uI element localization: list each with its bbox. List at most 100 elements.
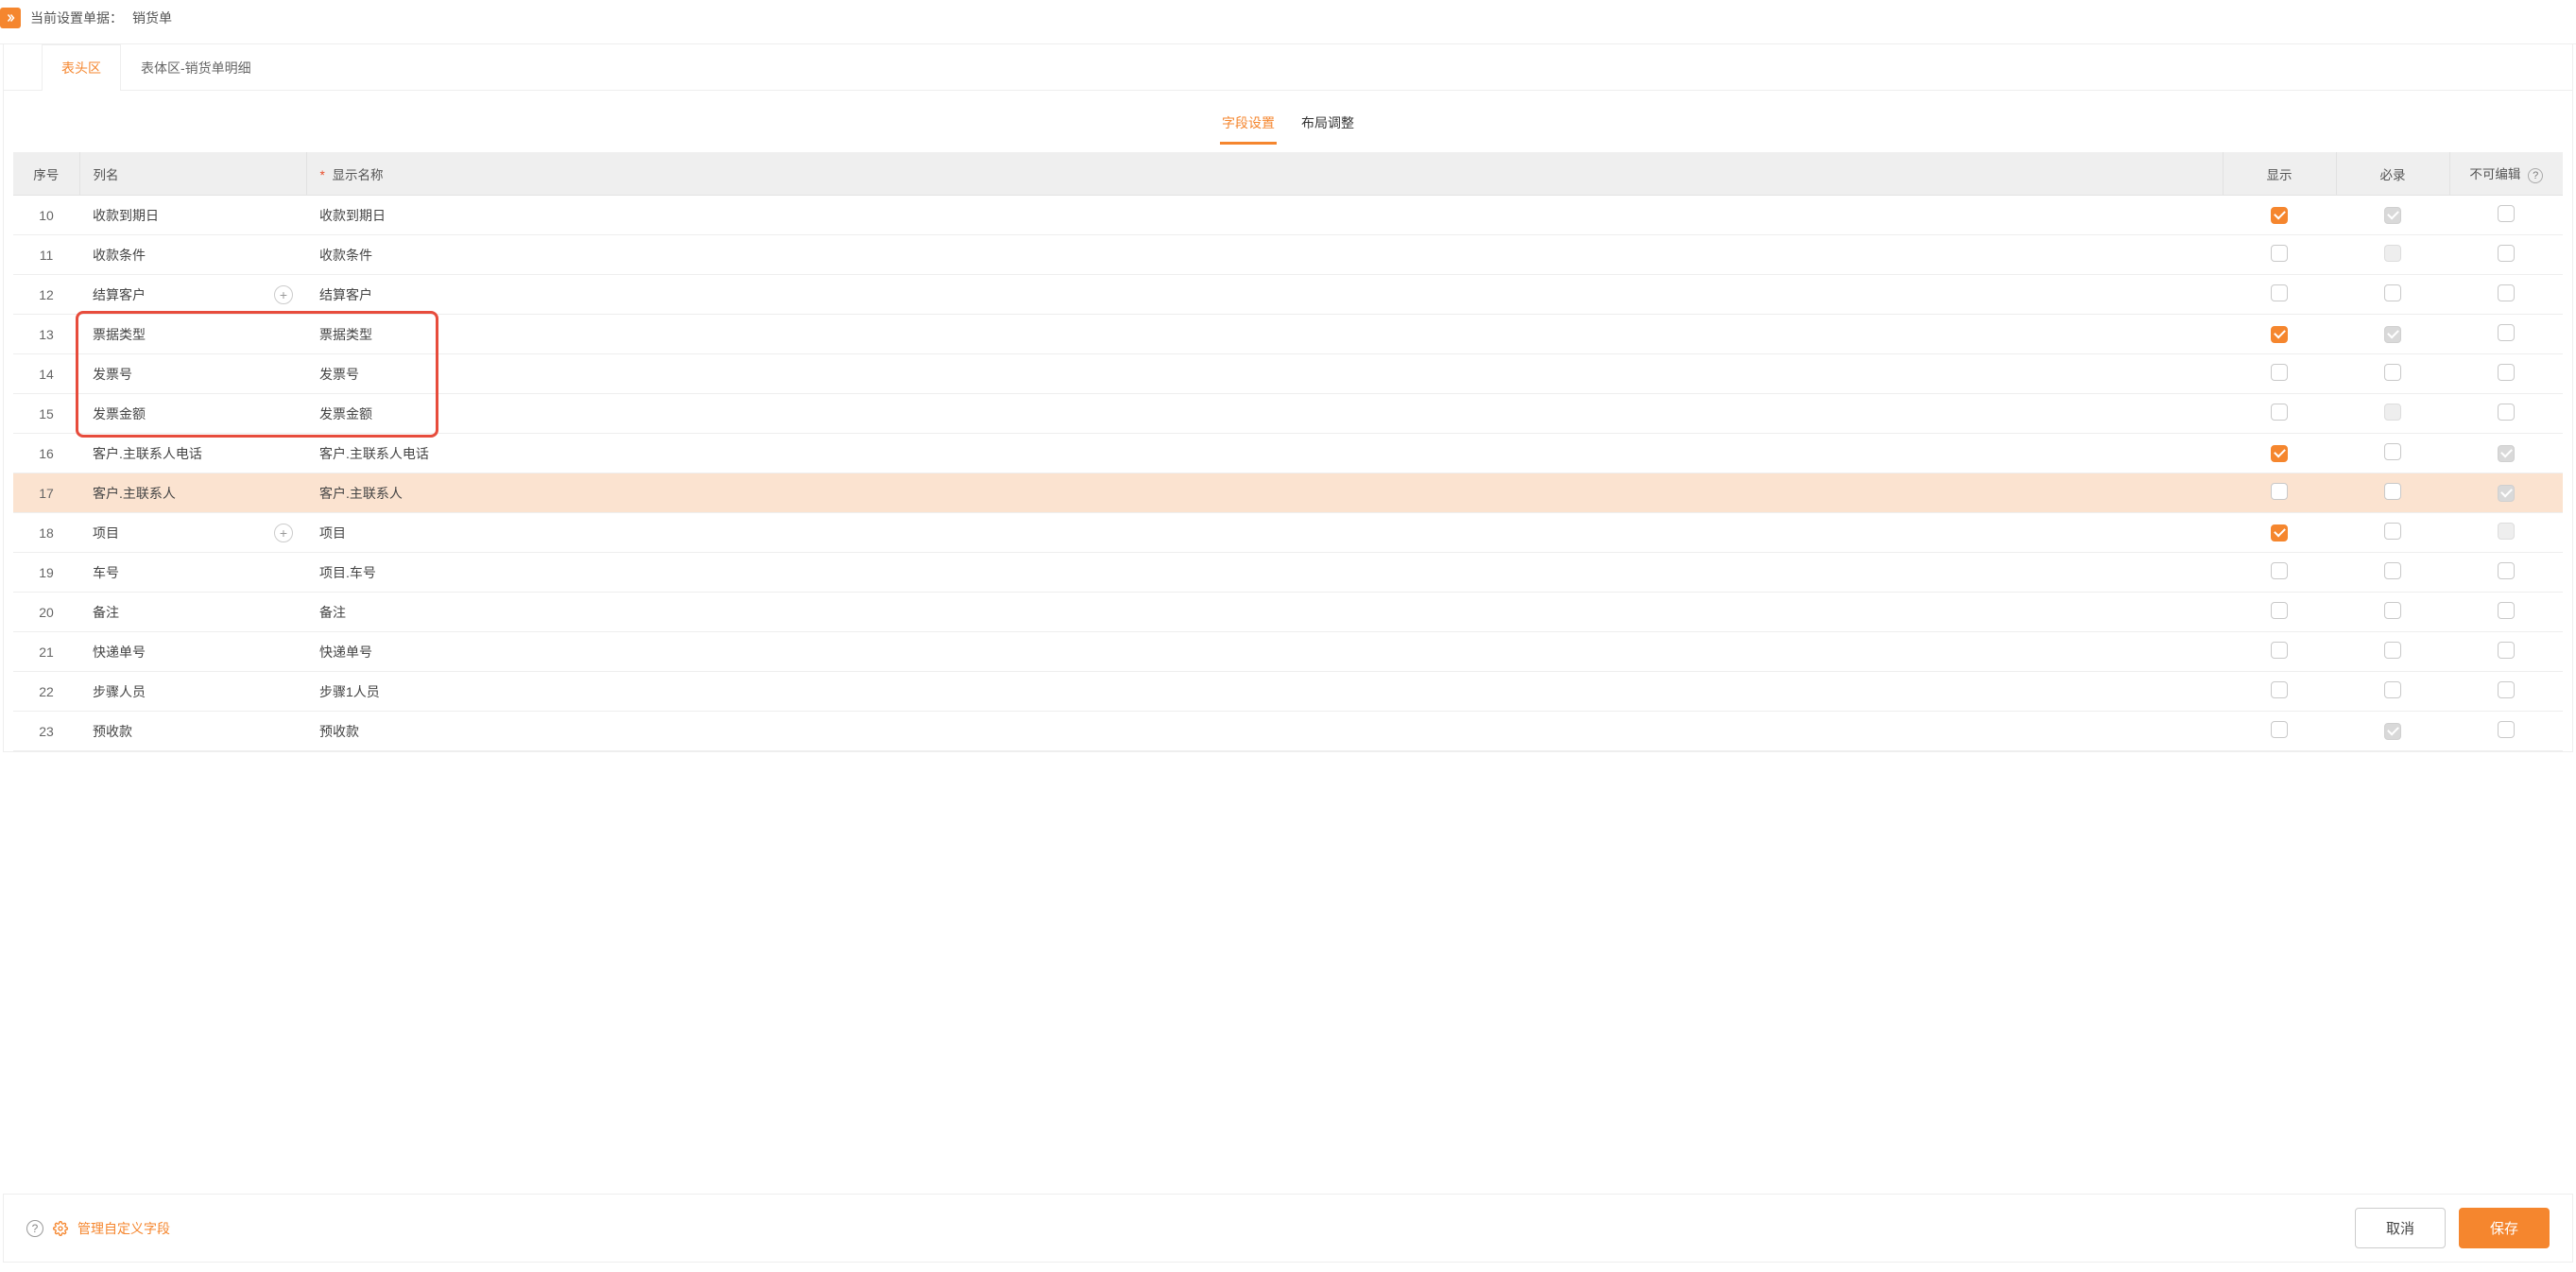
row-display-name[interactable]: 客户.主联系人 xyxy=(306,473,2223,513)
readonly-checkbox xyxy=(2498,445,2515,462)
required-checkbox[interactable] xyxy=(2384,523,2401,540)
row-idx: 17 xyxy=(13,473,79,513)
row-name: 备注 xyxy=(79,593,306,632)
show-checkbox[interactable] xyxy=(2271,642,2288,659)
readonly-checkbox[interactable] xyxy=(2498,721,2515,738)
row-name: 票据类型 xyxy=(79,315,306,354)
readonly-checkbox[interactable] xyxy=(2498,284,2515,301)
row-idx: 13 xyxy=(13,315,79,354)
add-child-icon[interactable]: + xyxy=(274,285,293,304)
row-display-name[interactable]: 发票金额 xyxy=(306,394,2223,434)
col-required: 必录 xyxy=(2336,152,2449,196)
row-idx: 20 xyxy=(13,593,79,632)
row-display-name[interactable]: 快递单号 xyxy=(306,632,2223,672)
table-row: 17客户.主联系人客户.主联系人 xyxy=(13,473,2563,513)
show-checkbox[interactable] xyxy=(2271,602,2288,619)
row-display-name[interactable]: 结算客户 xyxy=(306,275,2223,315)
row-display-name[interactable]: 客户.主联系人电话 xyxy=(306,434,2223,473)
table-row: 22步骤人员步骤1人员 xyxy=(13,672,2563,712)
required-checkbox[interactable] xyxy=(2384,602,2401,619)
readonly-checkbox[interactable] xyxy=(2498,562,2515,579)
table-row: 16客户.主联系人电话客户.主联系人电话 xyxy=(13,434,2563,473)
required-checkbox[interactable] xyxy=(2384,284,2401,301)
row-name: 快递单号 xyxy=(79,632,306,672)
show-checkbox[interactable] xyxy=(2271,721,2288,738)
row-display-name[interactable]: 项目.车号 xyxy=(306,553,2223,593)
required-checkbox[interactable] xyxy=(2384,364,2401,381)
add-child-icon[interactable]: + xyxy=(274,524,293,542)
show-checkbox[interactable] xyxy=(2271,524,2288,541)
readonly-checkbox[interactable] xyxy=(2498,364,2515,381)
required-checkbox[interactable] xyxy=(2384,562,2401,579)
footer-bar: ? 管理自定义字段 取消 保存 xyxy=(3,1194,2573,1263)
readonly-checkbox[interactable] xyxy=(2498,404,2515,421)
col-name: 列名 xyxy=(79,152,306,196)
gear-icon xyxy=(53,1221,68,1236)
table-row: 12结算客户+结算客户 xyxy=(13,275,2563,315)
row-display-name[interactable]: 项目 xyxy=(306,513,2223,553)
sub-tab-0[interactable]: 字段设置 xyxy=(1220,108,1277,145)
show-checkbox[interactable] xyxy=(2271,562,2288,579)
show-checkbox[interactable] xyxy=(2271,245,2288,262)
required-checkbox xyxy=(2384,207,2401,224)
row-name: 发票金额 xyxy=(79,394,306,434)
readonly-checkbox[interactable] xyxy=(2498,681,2515,698)
table-row: 15发票金额发票金额 xyxy=(13,394,2563,434)
required-checkbox[interactable] xyxy=(2384,443,2401,460)
sub-tab-1[interactable]: 布局调整 xyxy=(1299,108,1356,145)
row-display-name[interactable]: 步骤1人员 xyxy=(306,672,2223,712)
table-row: 13票据类型票据类型 xyxy=(13,315,2563,354)
required-star-icon: * xyxy=(320,168,325,182)
readonly-checkbox[interactable] xyxy=(2498,602,2515,619)
required-checkbox xyxy=(2384,723,2401,740)
section-tab-0[interactable]: 表头区 xyxy=(42,44,121,91)
show-checkbox[interactable] xyxy=(2271,207,2288,224)
row-idx: 14 xyxy=(13,354,79,394)
readonly-checkbox xyxy=(2498,485,2515,502)
fields-tbody: 10收款到期日收款到期日11收款条件收款条件12结算客户+结算客户13票据类型票… xyxy=(13,196,2563,751)
show-checkbox[interactable] xyxy=(2271,326,2288,343)
row-name: 收款条件 xyxy=(79,235,306,275)
show-checkbox[interactable] xyxy=(2271,445,2288,462)
row-name: 客户.主联系人电话 xyxy=(79,434,306,473)
col-idx: 序号 xyxy=(13,152,79,196)
row-display-name[interactable]: 预收款 xyxy=(306,712,2223,751)
help-circle-icon[interactable]: ? xyxy=(26,1220,43,1237)
row-display-name[interactable]: 发票号 xyxy=(306,354,2223,394)
row-display-name[interactable]: 收款条件 xyxy=(306,235,2223,275)
show-checkbox[interactable] xyxy=(2271,404,2288,421)
row-display-name[interactable]: 收款到期日 xyxy=(306,196,2223,235)
row-display-name[interactable]: 票据类型 xyxy=(306,315,2223,354)
row-display-name[interactable]: 备注 xyxy=(306,593,2223,632)
required-checkbox[interactable] xyxy=(2384,642,2401,659)
readonly-checkbox[interactable] xyxy=(2498,324,2515,341)
manage-custom-fields-link[interactable]: 管理自定义字段 xyxy=(77,1219,170,1238)
row-idx: 18 xyxy=(13,513,79,553)
save-button[interactable]: 保存 xyxy=(2459,1208,2550,1248)
readonly-checkbox[interactable] xyxy=(2498,245,2515,262)
show-checkbox[interactable] xyxy=(2271,284,2288,301)
readonly-checkbox[interactable] xyxy=(2498,205,2515,222)
row-idx: 11 xyxy=(13,235,79,275)
section-tab-1[interactable]: 表体区-销货单明细 xyxy=(121,44,271,91)
required-checkbox[interactable] xyxy=(2384,681,2401,698)
required-checkbox xyxy=(2384,404,2401,421)
show-checkbox[interactable] xyxy=(2271,364,2288,381)
row-idx: 22 xyxy=(13,672,79,712)
required-checkbox[interactable] xyxy=(2384,483,2401,500)
table-row: 23预收款预收款 xyxy=(13,712,2563,751)
table-container: 序号 列名 * 显示名称 显示 必录 不可编辑 ? 10 xyxy=(4,145,2572,751)
help-icon[interactable]: ? xyxy=(2528,168,2543,183)
col-show: 显示 xyxy=(2223,152,2336,196)
show-checkbox[interactable] xyxy=(2271,681,2288,698)
collapse-sidebar-icon[interactable] xyxy=(0,8,21,28)
row-idx: 15 xyxy=(13,394,79,434)
table-row: 21快递单号快递单号 xyxy=(13,632,2563,672)
readonly-checkbox[interactable] xyxy=(2498,642,2515,659)
show-checkbox[interactable] xyxy=(2271,483,2288,500)
row-name: 收款到期日 xyxy=(79,196,306,235)
table-row: 18项目+项目 xyxy=(13,513,2563,553)
cancel-button[interactable]: 取消 xyxy=(2355,1208,2446,1248)
table-row: 11收款条件收款条件 xyxy=(13,235,2563,275)
table-row: 14发票号发票号 xyxy=(13,354,2563,394)
